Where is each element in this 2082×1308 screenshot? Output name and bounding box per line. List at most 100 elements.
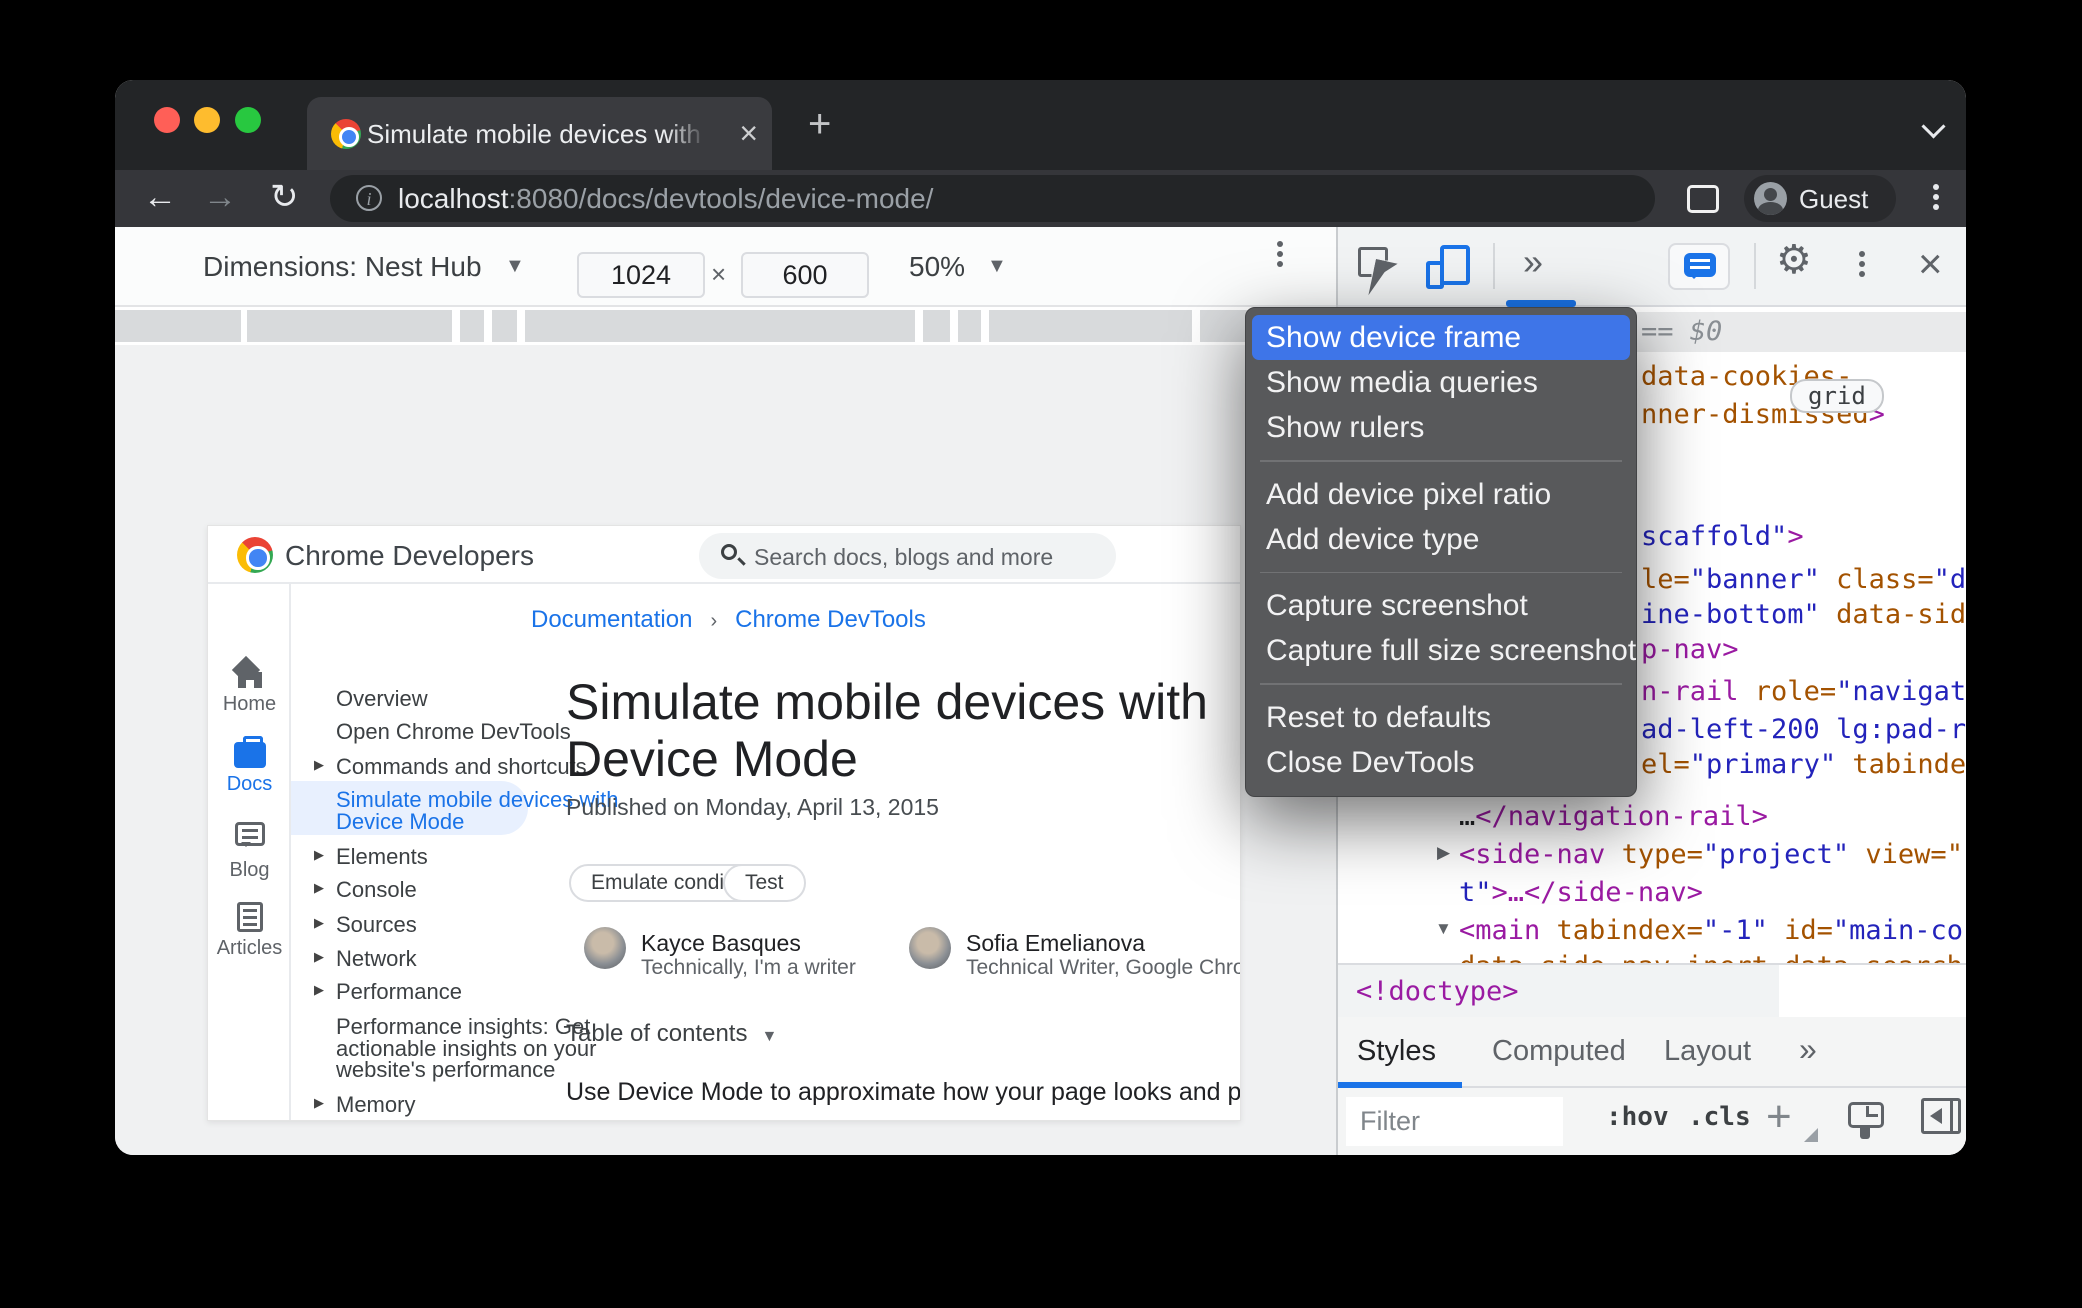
sidenav-item-open-devtools[interactable]: Open Chrome DevTools — [336, 719, 571, 745]
inspect-element-icon[interactable] — [1358, 247, 1398, 300]
toggle-class[interactable]: .cls — [1688, 1102, 1751, 1132]
minimize-window-button[interactable] — [194, 107, 220, 133]
rendering-brush-icon[interactable] — [1848, 1102, 1884, 1139]
styles-filter-input[interactable] — [1346, 1097, 1563, 1146]
styles-pane-tabs: Styles Computed Layout » — [1338, 1017, 1966, 1088]
articles-icon — [236, 902, 263, 932]
sidenav-item-sources[interactable]: ▶ Sources — [314, 912, 417, 938]
styles-filter-row: :hov .cls + — [1338, 1088, 1966, 1155]
menu-item-show-rulers[interactable]: Show rulers — [1246, 405, 1636, 450]
feedback-icon — [1684, 253, 1716, 279]
url-bar[interactable]: i localhost:8080/docs/devtools/device-mo… — [330, 175, 1655, 222]
browser-tab[interactable]: Simulate mobile devices with D × — [307, 97, 772, 170]
devtools-close-icon[interactable]: × — [1918, 240, 1943, 288]
media-query-bar[interactable] — [115, 307, 1336, 345]
device-options-context-menu: Show device frame Show media queries Sho… — [1245, 307, 1637, 797]
site-search[interactable]: Search docs, blogs and more — [699, 533, 1116, 579]
back-button[interactable]: ← — [143, 170, 177, 227]
new-style-rule-button[interactable]: + — [1766, 1092, 1792, 1142]
site-logo-icon[interactable] — [237, 537, 273, 573]
page-title: Simulate mobile devices with Device Mode — [566, 674, 1208, 787]
tab-close-icon[interactable]: × — [739, 115, 758, 151]
zoom-caret-icon: ▼ — [987, 255, 1007, 277]
devtools-menu-icon[interactable] — [1859, 247, 1865, 285]
maximize-window-button[interactable] — [235, 107, 261, 133]
expand-icon: ▶ — [314, 880, 324, 895]
toggle-device-toolbar-icon[interactable] — [1426, 245, 1470, 289]
grid-badge[interactable]: grid — [1790, 379, 1884, 413]
site-rail: Home Docs Blog Articles — [208, 584, 291, 1120]
menu-separator — [1260, 460, 1622, 462]
tab-layout[interactable]: Layout — [1664, 1035, 1751, 1068]
search-icon — [721, 544, 737, 560]
sidenav-item-commands[interactable]: ▶ Commands and shortcuts — [314, 754, 587, 780]
sidenav-item-insights-line3[interactable]: website's performance — [336, 1057, 555, 1083]
menu-item-capture-full-size-screenshot[interactable]: Capture full size screenshot — [1246, 628, 1636, 673]
times-separator: × — [711, 259, 727, 289]
sidenav-item-elements[interactable]: ▶ Elements — [314, 844, 428, 870]
breadcrumb-doctype-chip[interactable]: <!doctype> — [1338, 965, 1779, 1017]
new-tab-button[interactable]: + — [808, 104, 831, 144]
breadcrumb-documentation[interactable]: Documentation — [531, 606, 692, 633]
profile-button[interactable]: Guest — [1744, 175, 1896, 222]
menu-item-reset-to-defaults[interactable]: Reset to defaults — [1246, 695, 1636, 740]
height-input[interactable]: 600 — [741, 252, 869, 298]
home-icon — [235, 662, 265, 688]
rail-item-blog[interactable]: Blog — [208, 822, 291, 882]
tab-styles[interactable]: Styles — [1357, 1035, 1436, 1068]
dimensions-select[interactable]: Dimensions: Nest Hub — [203, 251, 482, 283]
site-brand[interactable]: Chrome Developers — [285, 540, 534, 572]
expand-icon[interactable]: ▶ — [1437, 843, 1450, 863]
reload-button[interactable]: ↻ — [270, 170, 299, 227]
rail-item-articles[interactable]: Articles — [208, 902, 291, 960]
close-window-button[interactable] — [154, 107, 180, 133]
sidenav-item-overview[interactable]: Overview — [336, 686, 428, 712]
sidenav-item-performance[interactable]: ▶ Performance — [314, 979, 462, 1005]
author2-name[interactable]: Sofia Emelianova — [966, 930, 1145, 957]
sidenav-item-network[interactable]: ▶ Network — [314, 946, 417, 972]
feedback-button[interactable] — [1668, 243, 1730, 290]
menu-separator — [1260, 683, 1622, 685]
sidenav-item-console[interactable]: ▶ Console — [314, 877, 417, 903]
expand-icon: ▶ — [314, 847, 324, 862]
rail-item-home[interactable]: Home — [208, 662, 291, 716]
sidenav-item-memory[interactable]: ▶ Memory — [314, 1092, 415, 1118]
expand-icon: ▶ — [314, 982, 324, 997]
menu-item-show-media-queries[interactable]: Show media queries — [1246, 360, 1636, 405]
author2-role: Technical Writer, Google Chrome — [966, 956, 1240, 979]
collapse-pane-icon[interactable] — [1921, 1098, 1961, 1134]
settings-gear-icon[interactable]: ⚙ — [1776, 237, 1812, 283]
active-tab-indicator — [1506, 300, 1576, 307]
device-toolbar-options-icon[interactable] — [1277, 237, 1283, 275]
elements-breadcrumb-bar: <!doctype> — [1338, 963, 1966, 1017]
collapse-icon[interactable]: ▼ — [1435, 919, 1452, 939]
menu-item-close-devtools[interactable]: Close DevTools — [1246, 740, 1636, 785]
menu-item-add-device-type[interactable]: Add device type — [1246, 517, 1636, 562]
forward-button[interactable]: → — [203, 170, 237, 227]
expand-icon: ▶ — [314, 1095, 324, 1110]
tab-computed[interactable]: Computed — [1492, 1035, 1626, 1068]
menu-item-capture-screenshot[interactable]: Capture screenshot — [1246, 583, 1636, 628]
browser-menu-icon[interactable] — [1933, 180, 1939, 218]
sidenav-item-device-mode-line2[interactable]: Device Mode — [336, 809, 464, 835]
chip-test[interactable]: Test — [723, 864, 806, 902]
zoom-select[interactable]: 50% — [909, 251, 965, 283]
author1-role: Technically, I'm a writer — [641, 956, 856, 979]
rail-item-docs[interactable]: Docs — [208, 736, 291, 796]
site-info-icon[interactable]: i — [356, 185, 382, 211]
side-panel-icon[interactable] — [1687, 185, 1719, 213]
tabs-overflow-icon[interactable]: » — [1799, 1031, 1817, 1068]
tab-search-chevron-icon[interactable] — [1925, 116, 1947, 138]
tab-title: Simulate mobile devices with D — [367, 119, 707, 149]
more-tabs-icon[interactable]: » — [1523, 241, 1543, 283]
menu-item-add-device-pixel-ratio[interactable]: Add device pixel ratio — [1246, 472, 1636, 517]
toggle-hover-state[interactable]: :hov — [1606, 1102, 1669, 1132]
breadcrumb-devtools[interactable]: Chrome DevTools — [735, 606, 926, 633]
table-of-contents-toggle[interactable]: Table of contents ▼ — [566, 1020, 777, 1048]
author1-name[interactable]: Kayce Basques — [641, 930, 801, 957]
menu-item-show-device-frame[interactable]: Show device frame — [1252, 315, 1630, 360]
url-host: localhost — [398, 183, 509, 214]
new-style-rule-caret — [1804, 1128, 1818, 1142]
selected-node-flag: == $0 — [1641, 316, 1723, 347]
width-input[interactable]: 1024 — [577, 252, 705, 298]
